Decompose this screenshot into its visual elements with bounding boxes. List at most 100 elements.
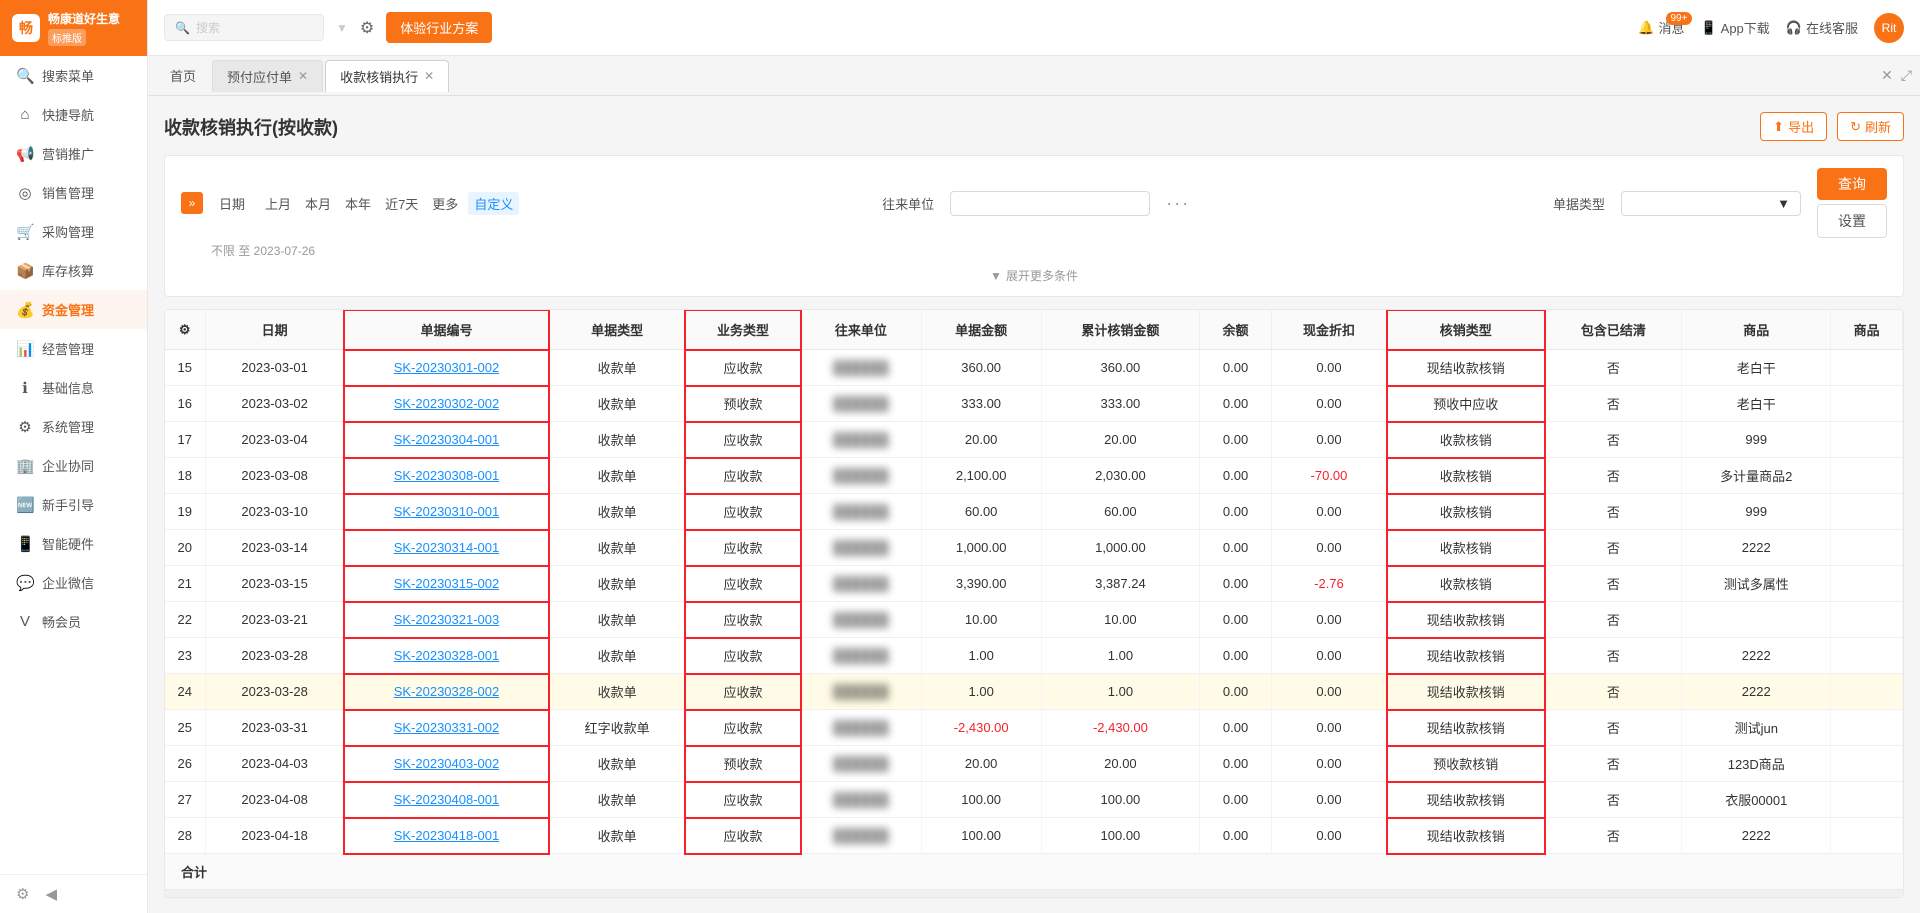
sidebar-item-enterprise[interactable]: 🏢 企业协同 [0, 446, 147, 485]
cell-amount: 20.00 [921, 746, 1041, 782]
export-btn[interactable]: ⬆ 导出 [1760, 112, 1827, 141]
collapse-icon[interactable]: ◀ [45, 885, 57, 903]
cell-docno[interactable]: SK-20230321-003 [344, 602, 548, 638]
col-biztype[interactable]: 业务类型 [685, 310, 800, 350]
tab-home[interactable]: 首页 [156, 60, 210, 92]
table-scrollbar[interactable] [165, 889, 1903, 897]
sidebar-item-purchase[interactable]: 🛒 采购管理 [0, 212, 147, 251]
sidebar-item-marketing[interactable]: 📢 营销推广 [0, 134, 147, 173]
expand-conditions-btn[interactable]: ▼ 展开更多条件 [990, 267, 1078, 284]
cell-docno[interactable]: SK-20230408-001 [344, 782, 548, 818]
tab-prepay-close[interactable]: ✕ [298, 69, 308, 83]
cell-product2 [1831, 818, 1903, 854]
table-row[interactable]: 17 2023-03-04 SK-20230304-001 收款单 应收款 ██… [165, 422, 1903, 458]
app-download-btn[interactable]: 📱 App下载 [1700, 18, 1769, 37]
col-amount[interactable]: 单据金额 [921, 310, 1041, 350]
date-btn-this-month[interactable]: 本月 [301, 192, 335, 215]
cell-docno[interactable]: SK-20230314-001 [344, 530, 548, 566]
cell-doctype: 收款单 [549, 530, 686, 566]
tab-expand-icon[interactable]: ⤢ [1901, 67, 1912, 84]
table-row[interactable]: 15 2023-03-01 SK-20230301-002 收款单 应收款 ██… [165, 350, 1903, 386]
cell-docno[interactable]: SK-20230403-002 [344, 746, 548, 782]
sidebar-item-search[interactable]: 🔍 搜索菜单 [0, 56, 147, 95]
cell-docno[interactable]: SK-20230310-001 [344, 494, 548, 530]
sidebar-item-hardware[interactable]: 📱 智能硬件 [0, 524, 147, 563]
cell-docno[interactable]: SK-20230315-002 [344, 566, 548, 602]
col-included[interactable]: 包含已结清 [1545, 310, 1682, 350]
gear-icon[interactable]: ⚙ [360, 18, 374, 38]
topbar-search-box[interactable]: 🔍 搜索 [164, 14, 324, 41]
col-discount[interactable]: 现金折扣 [1271, 310, 1386, 350]
sidebar-item-basic[interactable]: ℹ 基础信息 [0, 368, 147, 407]
tab-close-all-icon[interactable]: ✕ [1881, 67, 1893, 84]
col-date[interactable]: 日期 [205, 310, 344, 350]
table-row[interactable]: 21 2023-03-15 SK-20230315-002 收款单 应收款 ██… [165, 566, 1903, 602]
cell-verifytype: 现结收款核销 [1387, 602, 1546, 638]
sidebar-item-finance[interactable]: 💰 资金管理 [0, 290, 147, 329]
cell-no: 28 [165, 818, 205, 854]
table-row[interactable]: 16 2023-03-02 SK-20230302-002 收款单 预收款 ██… [165, 386, 1903, 422]
sidebar-item-member[interactable]: V 畅会员 [0, 602, 147, 641]
cell-product2 [1831, 674, 1903, 710]
cell-docno[interactable]: SK-20230331-002 [344, 710, 548, 746]
sidebar-item-wechat[interactable]: 💬 企业微信 [0, 563, 147, 602]
receipt-type-select[interactable]: ▼ [1621, 191, 1801, 216]
cell-amount: 2,100.00 [921, 458, 1041, 494]
sidebar-item-inventory[interactable]: 📦 库存核算 [0, 251, 147, 290]
date-btn-more[interactable]: 更多 [428, 192, 462, 215]
sidebar-item-operations[interactable]: 📊 经营管理 [0, 329, 147, 368]
col-docno[interactable]: 单据编号 [344, 310, 548, 350]
col-unit[interactable]: 往来单位 [801, 310, 922, 350]
date-btn-7days[interactable]: 近7天 [381, 192, 422, 215]
cell-docno[interactable]: SK-20230302-002 [344, 386, 548, 422]
table-row[interactable]: 23 2023-03-28 SK-20230328-001 收款单 应收款 ██… [165, 638, 1903, 674]
table-row[interactable]: 18 2023-03-08 SK-20230308-001 收款单 应收款 ██… [165, 458, 1903, 494]
sidebar-item-guide[interactable]: 🆕 新手引导 [0, 485, 147, 524]
table-row[interactable]: 28 2023-04-18 SK-20230418-001 收款单 应收款 ██… [165, 818, 1903, 854]
tab-prepay[interactable]: 预付应付单 ✕ [212, 60, 323, 92]
date-btn-this-year[interactable]: 本年 [341, 192, 375, 215]
settings-btn[interactable]: 设置 [1817, 204, 1887, 238]
refresh-btn[interactable]: ↻ 刷新 [1837, 112, 1904, 141]
table-row[interactable]: 26 2023-04-03 SK-20230403-002 收款单 预收款 ██… [165, 746, 1903, 782]
sidebar-item-sales[interactable]: ◎ 销售管理 [0, 173, 147, 212]
filter-toggle-btn[interactable]: » [181, 192, 203, 214]
service-btn[interactable]: 🎧 在线客服 [1786, 18, 1858, 37]
export-label: 导出 [1788, 117, 1814, 136]
col-product1[interactable]: 商品 [1682, 310, 1831, 350]
settings-footer-icon[interactable]: ⚙ [16, 885, 29, 903]
table-row[interactable]: 19 2023-03-10 SK-20230310-001 收款单 应收款 ██… [165, 494, 1903, 530]
tab-receipt[interactable]: 收款核销执行 ✕ [325, 60, 449, 92]
cell-docno[interactable]: SK-20230308-001 [344, 458, 548, 494]
cell-verified: 100.00 [1041, 782, 1200, 818]
table-row[interactable]: 24 2023-03-28 SK-20230328-002 收款单 应收款 ██… [165, 674, 1903, 710]
user-avatar[interactable]: Rit [1874, 13, 1904, 43]
col-doctype[interactable]: 单据类型 [549, 310, 686, 350]
tab-receipt-close[interactable]: ✕ [424, 69, 434, 83]
date-range-display: 不限 至 2023-07-26 [211, 242, 1887, 259]
col-gear[interactable]: ⚙ [165, 310, 205, 350]
cell-docno[interactable]: SK-20230328-001 [344, 638, 548, 674]
table-row[interactable]: 20 2023-03-14 SK-20230314-001 收款单 应收款 ██… [165, 530, 1903, 566]
col-verified[interactable]: 累计核销金额 [1041, 310, 1200, 350]
filter-dots[interactable]: ··· [1166, 193, 1190, 214]
cell-docno[interactable]: SK-20230418-001 [344, 818, 548, 854]
date-btn-custom[interactable]: 自定义 [468, 192, 519, 215]
industry-btn[interactable]: 体验行业方案 [386, 12, 492, 43]
sidebar-item-quick[interactable]: ⌂ 快捷导航 [0, 95, 147, 134]
notify-btn[interactable]: 🔔 消息 99+ [1638, 18, 1684, 37]
cell-docno[interactable]: SK-20230328-002 [344, 674, 548, 710]
table-row[interactable]: 25 2023-03-31 SK-20230331-002 红字收款单 应收款 … [165, 710, 1903, 746]
table-row[interactable]: 22 2023-03-21 SK-20230321-003 收款单 应收款 ██… [165, 602, 1903, 638]
col-balance[interactable]: 余额 [1200, 310, 1272, 350]
query-btn[interactable]: 查询 [1817, 168, 1887, 200]
col-product2[interactable]: 商品 [1831, 310, 1903, 350]
cell-docno[interactable]: SK-20230301-002 [344, 350, 548, 386]
topbar-dropdown[interactable]: ▼ [336, 21, 348, 35]
cell-docno[interactable]: SK-20230304-001 [344, 422, 548, 458]
sidebar-item-system[interactable]: ⚙ 系统管理 [0, 407, 147, 446]
date-btn-last-month[interactable]: 上月 [261, 192, 295, 215]
unit-filter-input[interactable] [950, 191, 1150, 216]
col-verifytype[interactable]: 核销类型 [1387, 310, 1546, 350]
table-row[interactable]: 27 2023-04-08 SK-20230408-001 收款单 应收款 ██… [165, 782, 1903, 818]
